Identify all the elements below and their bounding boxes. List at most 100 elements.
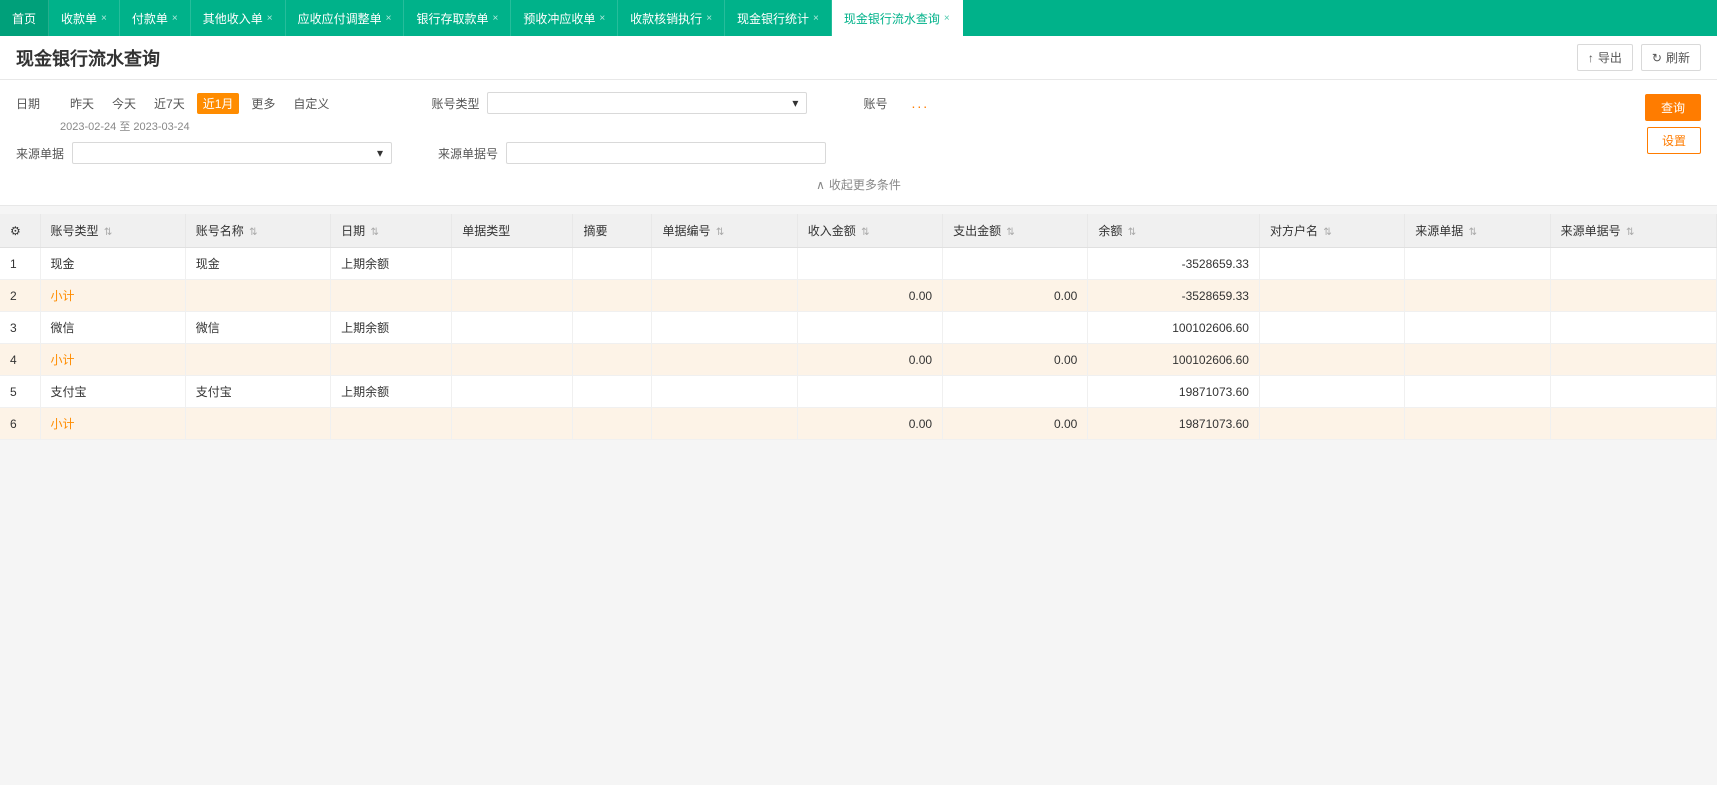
th-counterpart: 对方户名 ⇅ bbox=[1259, 214, 1404, 248]
nav-tab-payment[interactable]: 付款单 × bbox=[120, 0, 191, 36]
cell-expense: 0.00 bbox=[943, 408, 1088, 440]
sort-icon-balance[interactable]: ⇅ bbox=[1128, 227, 1136, 238]
adjust-label: 应收应付调整单 bbox=[298, 10, 382, 27]
cell-account-name: 微信 bbox=[185, 312, 330, 344]
bank-deposit-label: 银行存取款单 bbox=[416, 10, 488, 27]
table-row: 3微信微信上期余额100102606.60 bbox=[0, 312, 1717, 344]
cell-expense bbox=[943, 312, 1088, 344]
cell-counterpart bbox=[1259, 408, 1404, 440]
cell-doc-type bbox=[452, 280, 573, 312]
close-icon[interactable]: × bbox=[101, 13, 107, 24]
chevron-down-icon: ▾ bbox=[792, 96, 798, 110]
header-actions: ↑ 导出 ↻ 刷新 bbox=[1577, 44, 1701, 71]
sort-icon-source-doc[interactable]: ⇅ bbox=[1469, 227, 1477, 238]
filter-area: 日期 昨天 今天 近7天 近1月 更多 自定义 账号类型 ▾ bbox=[0, 80, 1717, 206]
cell-balance: 19871073.60 bbox=[1088, 408, 1260, 440]
cell-account-name bbox=[185, 344, 330, 376]
sort-icon-income[interactable]: ⇅ bbox=[861, 227, 869, 238]
cell-expense bbox=[943, 376, 1088, 408]
source-doc-no-filter-group: 来源单据号 bbox=[438, 142, 826, 164]
nav-tab-home[interactable]: 首页 bbox=[0, 0, 49, 36]
top-nav: 首页 收款单 × 付款单 × 其他收入单 × 应收应付调整单 × 银行存取款单 … bbox=[0, 0, 1717, 36]
cell-source-doc bbox=[1405, 376, 1550, 408]
close-icon[interactable]: × bbox=[813, 13, 819, 24]
page-title: 现金银行流水查询 bbox=[16, 45, 160, 71]
settings-button[interactable]: 设置 bbox=[1647, 127, 1701, 154]
th-date-label: 日期 bbox=[341, 224, 365, 238]
th-expense-label: 支出金额 bbox=[953, 224, 1001, 238]
close-icon[interactable]: × bbox=[599, 13, 605, 24]
cell-doc-no bbox=[652, 344, 797, 376]
date-7days[interactable]: 近7天 bbox=[148, 93, 191, 114]
date-today[interactable]: 今天 bbox=[106, 93, 142, 114]
sort-icon-date[interactable]: ⇅ bbox=[370, 227, 378, 238]
cell-income: 0.00 bbox=[797, 344, 942, 376]
cell-source-doc-no bbox=[1550, 344, 1716, 376]
table-row: 5支付宝支付宝上期余额19871073.60 bbox=[0, 376, 1717, 408]
th-doc-no: 单据编号 ⇅ bbox=[652, 214, 797, 248]
th-gear: ⚙ bbox=[0, 214, 40, 248]
th-balance: 余额 ⇅ bbox=[1088, 214, 1260, 248]
close-icon[interactable]: × bbox=[492, 13, 498, 24]
close-icon[interactable]: × bbox=[944, 13, 950, 24]
date-custom[interactable]: 自定义 bbox=[287, 93, 335, 114]
nav-tab-bank-deposit[interactable]: 银行存取款单 × bbox=[404, 0, 511, 36]
query-button[interactable]: 查询 bbox=[1645, 94, 1701, 121]
account-ellipsis-button[interactable]: ... bbox=[911, 95, 929, 111]
cell-source-doc bbox=[1405, 248, 1550, 280]
filter-left: 日期 昨天 今天 近7天 近1月 更多 自定义 账号类型 ▾ bbox=[16, 92, 1625, 172]
sort-icon-doc-no[interactable]: ⇅ bbox=[716, 227, 724, 238]
date-yesterday[interactable]: 昨天 bbox=[64, 93, 100, 114]
collapse-bar[interactable]: ∧ 收起更多条件 bbox=[16, 176, 1701, 193]
table-row: 2小计0.000.00-3528659.33 bbox=[0, 280, 1717, 312]
cell-account-type: 小计 bbox=[40, 408, 185, 440]
nav-tab-other-income[interactable]: 其他收入单 × bbox=[191, 0, 286, 36]
th-income: 收入金额 ⇅ bbox=[797, 214, 942, 248]
export-button[interactable]: ↑ 导出 bbox=[1577, 44, 1633, 71]
nav-tab-cashflow[interactable]: 现金银行流水查询 × bbox=[832, 0, 963, 36]
date-options: 昨天 今天 近7天 近1月 更多 自定义 bbox=[64, 93, 335, 114]
refresh-label: 刷新 bbox=[1666, 49, 1690, 66]
close-icon[interactable]: × bbox=[706, 13, 712, 24]
nav-tab-prepay[interactable]: 预收冲应收单 × bbox=[511, 0, 618, 36]
cell-index: 1 bbox=[0, 248, 40, 280]
sort-icon-expense[interactable]: ⇅ bbox=[1006, 227, 1014, 238]
nav-tab-adjust[interactable]: 应收应付调整单 × bbox=[286, 0, 405, 36]
cell-income bbox=[797, 248, 942, 280]
sort-icon-source-doc-no[interactable]: ⇅ bbox=[1626, 227, 1634, 238]
cell-account-type: 小计 bbox=[40, 280, 185, 312]
close-icon[interactable]: × bbox=[267, 13, 273, 24]
source-doc-label: 来源单据 bbox=[16, 145, 64, 162]
cell-income bbox=[797, 312, 942, 344]
sort-icon-account-name[interactable]: ⇅ bbox=[249, 227, 257, 238]
cell-source-doc-no bbox=[1550, 280, 1716, 312]
cell-doc-type bbox=[452, 312, 573, 344]
source-doc-no-input[interactable] bbox=[506, 142, 826, 164]
nav-tab-stats[interactable]: 现金银行统计 × bbox=[725, 0, 832, 36]
account-type-select[interactable]: ▾ bbox=[487, 92, 807, 114]
close-icon[interactable]: × bbox=[386, 13, 392, 24]
source-doc-select[interactable]: ▾ bbox=[72, 142, 392, 164]
cell-summary bbox=[573, 344, 652, 376]
cashflow-label: 现金银行流水查询 bbox=[844, 10, 940, 27]
date-more[interactable]: 更多 bbox=[245, 93, 281, 114]
source-doc-filter-group: 来源单据 ▾ bbox=[16, 142, 392, 164]
nav-tab-verify[interactable]: 收款核销执行 × bbox=[618, 0, 725, 36]
sort-icon-account-type[interactable]: ⇅ bbox=[104, 227, 112, 238]
cell-date: 上期余额 bbox=[331, 312, 452, 344]
refresh-button[interactable]: ↻ 刷新 bbox=[1641, 44, 1701, 71]
close-icon[interactable]: × bbox=[172, 13, 178, 24]
table-row: 1现金现金上期余额-3528659.33 bbox=[0, 248, 1717, 280]
cell-doc-type bbox=[452, 408, 573, 440]
date-1month[interactable]: 近1月 bbox=[197, 93, 240, 114]
table-row: 6小计0.000.0019871073.60 bbox=[0, 408, 1717, 440]
nav-tab-receipt[interactable]: 收款单 × bbox=[49, 0, 120, 36]
gear-icon[interactable]: ⚙ bbox=[10, 224, 21, 238]
cell-expense: 0.00 bbox=[943, 344, 1088, 376]
home-label: 首页 bbox=[12, 10, 36, 27]
sort-icon-counterpart[interactable]: ⇅ bbox=[1323, 227, 1331, 238]
cell-index: 5 bbox=[0, 376, 40, 408]
th-source-doc-no: 来源单据号 ⇅ bbox=[1550, 214, 1716, 248]
cell-doc-no bbox=[652, 408, 797, 440]
cell-counterpart bbox=[1259, 344, 1404, 376]
